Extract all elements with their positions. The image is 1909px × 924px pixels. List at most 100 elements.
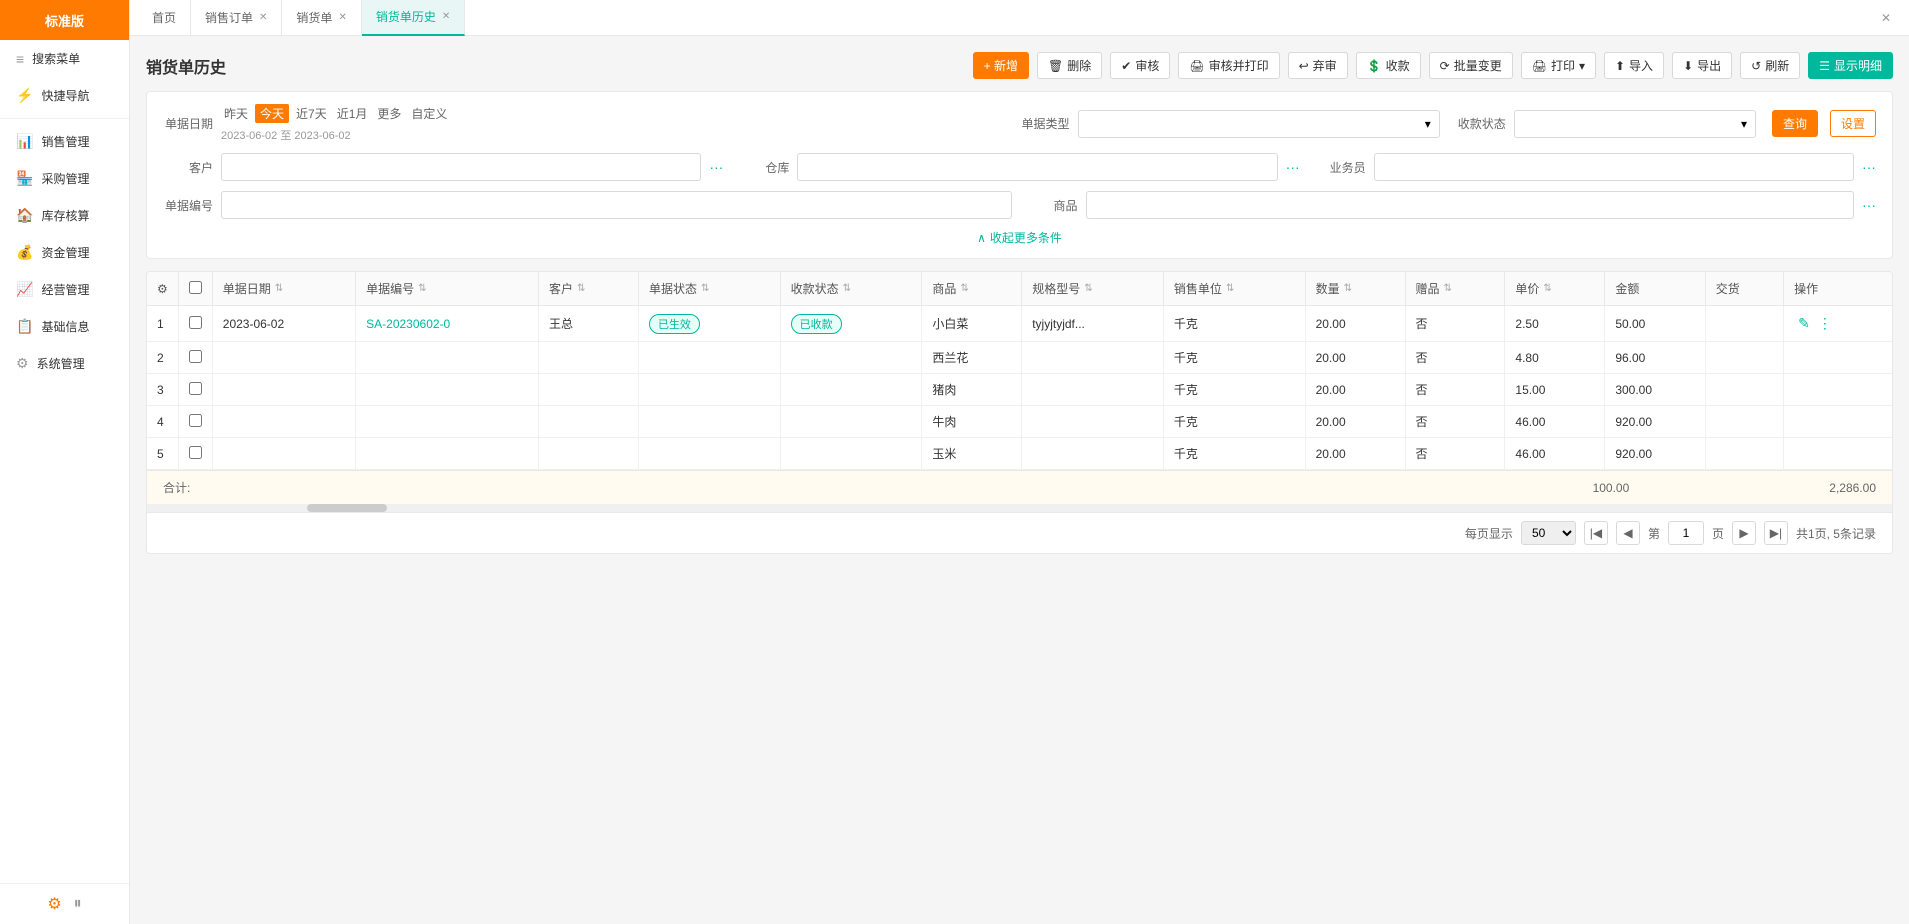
settings-button[interactable]: 设置 [1830,110,1876,137]
collect-status-badge: 已收款 [791,314,842,334]
first-page-btn[interactable]: |◀ [1584,521,1608,545]
sidebar-item-search-label: 搜索菜单 [32,50,80,67]
sort-doc-date-icon[interactable]: ⇅ [275,283,283,294]
tab-home[interactable]: 首页 [138,0,191,36]
cell-doc-no [356,406,539,438]
shortcut-1month[interactable]: 近1月 [334,104,371,123]
tab-sales-delivery[interactable]: 销货单 ✕ [282,0,361,36]
tab-sales-history-label: 销货单历史 [376,8,436,25]
review-print-button[interactable]: 🖨 审核并打印 [1178,52,1279,79]
display-detail-button[interactable]: ☰ 显示明细 [1808,52,1893,79]
abandon-button[interactable]: ↩ 弃审 [1288,52,1348,79]
collect-button[interactable]: 💲 收款 [1356,52,1421,79]
cell-action [1784,406,1892,438]
sort-customer-icon[interactable]: ⇅ [577,283,585,294]
select-all-checkbox[interactable] [189,281,202,294]
sidebar-item-search[interactable]: ≡ 搜索菜单 [0,40,129,77]
last-page-btn[interactable]: ▶| [1764,521,1788,545]
review-button[interactable]: ✔ 审核 [1110,52,1170,79]
customer-dots[interactable]: ··· [709,159,723,175]
doc-no-label: 单据编号 [163,197,213,214]
sort-gift-icon[interactable]: ⇅ [1444,283,1452,294]
doc-type-field: 单据类型 ▾ [1020,110,1440,138]
customer-input[interactable] [221,153,701,181]
row-checkbox[interactable] [189,350,202,363]
cell-checkbox [178,342,212,374]
export-button[interactable]: ⬇ 导出 [1672,52,1732,79]
sidebar-item-purchase[interactable]: 🏪 采购管理 [0,160,129,197]
collapse-row[interactable]: ∧ 收起更多条件 [163,229,1876,246]
warehouse-input[interactable] [797,153,1277,181]
doc-type-select[interactable]: ▾ [1078,110,1440,138]
doc-no-input[interactable] [221,191,1012,219]
delete-button[interactable]: 🗑 删除 [1037,52,1102,79]
sidebar-item-basic[interactable]: 📋 基础信息 [0,308,129,345]
col-doc-status: 单据状态 ⇅ [638,272,780,306]
sort-qty-icon[interactable]: ⇅ [1344,283,1352,294]
shortcut-more[interactable]: 更多 [374,104,404,123]
shortcut-yesterday[interactable]: 昨天 [221,104,251,123]
goods-input[interactable] [1086,191,1855,219]
sidebar-item-ops[interactable]: 📈 经营管理 [0,271,129,308]
warehouse-dots[interactable]: ··· [1286,159,1300,175]
tab-close-all[interactable]: ✕ [1871,11,1901,25]
query-button[interactable]: 查询 [1772,110,1818,137]
print-button[interactable]: 🖨 打印 ▾ [1521,52,1596,79]
salesperson-dots[interactable]: ··· [1862,159,1876,175]
import-button[interactable]: ⬆ 导入 [1604,52,1664,79]
tab-sales-history-close[interactable]: ✕ [442,11,450,22]
page-number-input[interactable] [1668,521,1704,545]
sidebar-item-inventory-label: 库存核算 [41,207,89,224]
row-checkbox[interactable] [189,316,202,329]
scrollbar-thumb[interactable] [307,504,387,512]
new-button[interactable]: + 新增 [973,52,1029,79]
sort-doc-no-icon[interactable]: ⇅ [418,283,426,294]
more-action[interactable]: ⋮ [1814,313,1836,334]
collect-status-select[interactable]: ▾ [1514,110,1756,138]
sort-price-icon[interactable]: ⇅ [1543,283,1551,294]
sort-doc-status-icon[interactable]: ⇅ [701,283,709,294]
sidebar-item-sales[interactable]: 📊 销售管理 [0,123,129,160]
sidebar-item-finance[interactable]: 💰 资金管理 [0,234,129,271]
row-checkbox[interactable] [189,382,202,395]
tab-sales-order-label: 销售订单 [205,9,253,26]
shortcut-custom[interactable]: 自定义 [408,104,450,123]
cell-goods: 牛肉 [922,406,1022,438]
sidebar-item-quick-nav-label: 快捷导航 [41,87,89,104]
tab-sales-order-close[interactable]: ✕ [259,12,267,23]
next-page-btn[interactable]: ▶ [1732,521,1756,545]
tab-sales-delivery-close[interactable]: ✕ [338,12,346,23]
sort-collect-status-icon[interactable]: ⇅ [843,283,851,294]
sort-spec-icon[interactable]: ⇅ [1084,283,1092,294]
table-row: 5 玉米 千克 20.00 否 46.00 920.00 [147,438,1892,470]
row-checkbox[interactable] [189,446,202,459]
cell-index: 2 [147,342,178,374]
table-footer: 合计: 100.00 2,286.00 [147,470,1892,504]
sidebar-item-inventory[interactable]: 🏠 库存核算 [0,197,129,234]
sidebar-bottom-pause-icon[interactable]: ⏸ [74,895,82,913]
review-icon: ✔ [1121,59,1131,73]
prev-page-btn[interactable]: ◀ [1616,521,1640,545]
goods-dots[interactable]: ··· [1862,197,1876,213]
page-size-label: 每页显示 [1465,525,1513,542]
edit-action[interactable]: ✎ [1794,313,1814,334]
horizontal-scrollbar[interactable] [147,504,1892,512]
row-checkbox[interactable] [189,414,202,427]
col-gear[interactable]: ⚙ [147,272,178,306]
shortcut-today[interactable]: 今天 [255,104,289,123]
shortcut-7days[interactable]: 近7天 [293,104,330,123]
sidebar-item-system[interactable]: ⚙ 系统管理 [0,345,129,382]
page-size-select[interactable]: 50 100 200 [1521,521,1576,545]
refresh-button[interactable]: ↺ 刷新 [1740,52,1800,79]
sort-goods-icon[interactable]: ⇅ [960,283,968,294]
sidebar-item-system-label: 系统管理 [37,355,85,372]
tab-sales-order[interactable]: 销售订单 ✕ [191,0,282,36]
salesperson-input[interactable] [1374,153,1854,181]
search-panel: 单据日期 昨天 今天 近7天 近1月 更多 自定义 2023-06-02 至 2… [146,91,1893,259]
sort-unit-icon[interactable]: ⇅ [1226,283,1234,294]
sidebar-bottom-settings-icon[interactable]: ⚙ [47,894,61,914]
ops-icon: 📈 [16,281,33,298]
tab-sales-history[interactable]: 销货单历史 ✕ [362,0,465,36]
sidebar-item-quick-nav[interactable]: ⚡ 快捷导航 [0,77,129,114]
batch-change-button[interactable]: ⟳ 批量变更 [1429,52,1513,79]
